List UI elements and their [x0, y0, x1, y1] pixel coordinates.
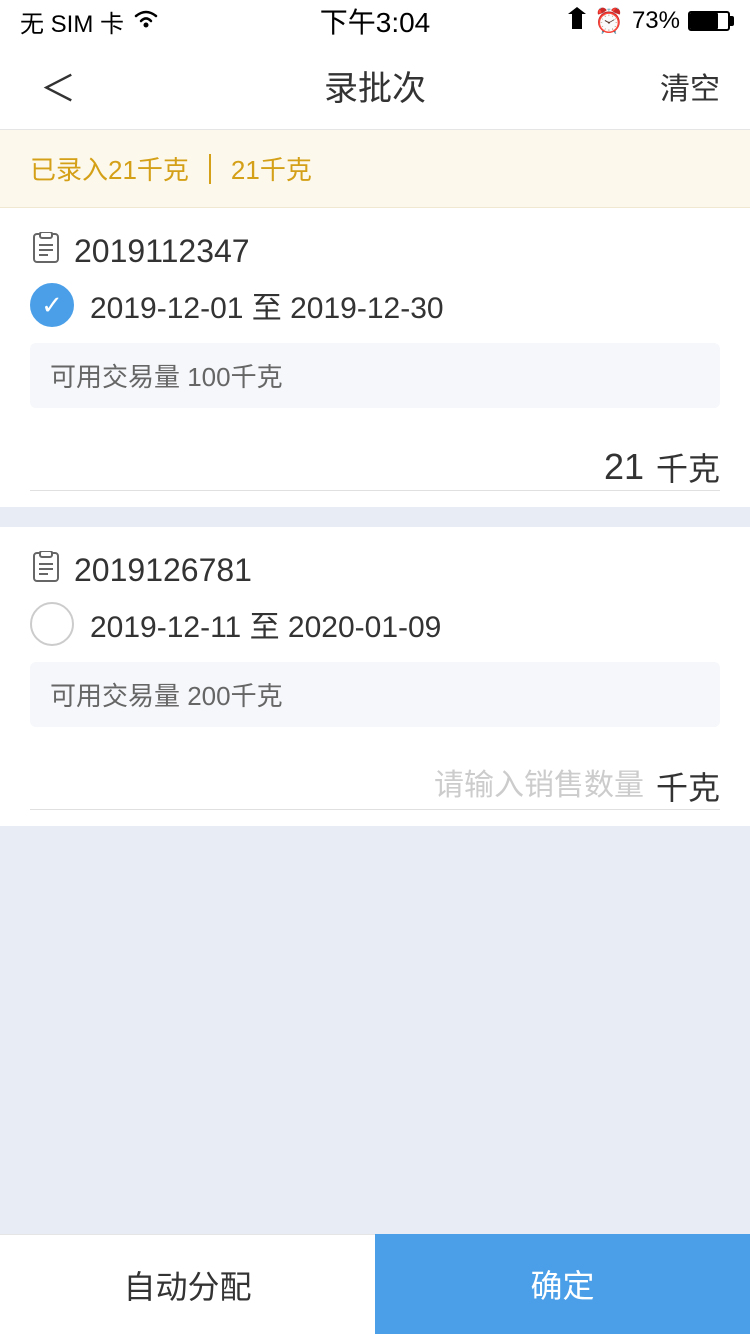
recorded-label: 已录入21千克 — [30, 150, 189, 187]
nav-bar: ＜ 录批次 清空 — [0, 42, 750, 130]
batch-header-1: 2019112347 — [30, 232, 720, 271]
qty-unit-1: 千克 — [656, 444, 720, 490]
bottom-bar: 自动分配 确定 — [0, 1234, 750, 1334]
back-button[interactable]: ＜ — [30, 50, 86, 122]
batch-header-2: 2019126781 — [30, 551, 720, 590]
recorded-value: 21千克 — [231, 150, 312, 187]
divider-line-2 — [30, 809, 720, 810]
input-divider-2 — [0, 809, 750, 826]
location-icon — [568, 7, 586, 36]
batch-avail-2: 可用交易量 200千克 — [30, 662, 720, 727]
qty-row-1: 21 千克 — [0, 428, 750, 490]
qty-value-1: 21 — [604, 446, 644, 488]
batch-date-1: 2019-12-01 至 2019-12-30 — [90, 283, 444, 327]
battery-percent: 73% — [632, 7, 680, 35]
wifi-icon — [132, 7, 160, 36]
status-right: ⏰ 73% — [568, 7, 730, 36]
alarm-icon: ⏰ — [594, 7, 624, 36]
batch-date-row-1: ✓ 2019-12-01 至 2019-12-30 — [30, 283, 720, 327]
batch-avail-1: 可用交易量 100千克 — [30, 343, 720, 408]
radio-1[interactable]: ✓ — [30, 283, 74, 327]
page-content: 2019112347 ✓ 2019-12-01 至 2019-12-30 可用交… — [0, 208, 750, 1312]
batch-date-2: 2019-12-11 至 2020-01-09 — [90, 602, 441, 646]
qty-input-2[interactable] — [344, 769, 644, 803]
batch-icon-2 — [30, 551, 62, 590]
avail-text-2: 可用交易量 200千克 — [50, 681, 283, 711]
section-separator — [0, 507, 750, 527]
batch-id-1: 2019112347 — [74, 233, 250, 270]
auto-distribute-button[interactable]: 自动分配 — [0, 1234, 375, 1334]
batch-date-row-2: 2019-12-11 至 2020-01-09 — [30, 602, 720, 646]
carrier-text: 无 SIM 卡 — [20, 4, 124, 39]
status-bar: 无 SIM 卡 下午3:04 ⏰ 73% — [0, 0, 750, 42]
info-divider — [209, 154, 211, 184]
clear-button[interactable]: 清空 — [660, 64, 720, 108]
info-banner: 已录入21千克 21千克 — [0, 130, 750, 208]
batch-icon-1 — [30, 232, 62, 271]
battery-icon — [688, 11, 730, 31]
divider-line-1 — [30, 490, 720, 491]
qty-divider-1 — [0, 490, 750, 507]
input-row-2: 千克 — [0, 747, 750, 809]
check-icon-1: ✓ — [41, 290, 63, 321]
batch-item-2: 2019126781 2019-12-11 至 2020-01-09 可用交易量… — [0, 527, 750, 747]
page-title: 录批次 — [324, 61, 426, 110]
batch-id-2: 2019126781 — [74, 552, 252, 589]
avail-text-1: 可用交易量 100千克 — [50, 362, 283, 392]
status-time: 下午3:04 — [320, 1, 431, 41]
input-unit-2: 千克 — [656, 763, 720, 809]
batch-item-1: 2019112347 ✓ 2019-12-01 至 2019-12-30 可用交… — [0, 208, 750, 428]
status-left: 无 SIM 卡 — [20, 4, 160, 39]
confirm-button[interactable]: 确定 — [375, 1234, 750, 1334]
radio-2[interactable] — [30, 602, 74, 646]
